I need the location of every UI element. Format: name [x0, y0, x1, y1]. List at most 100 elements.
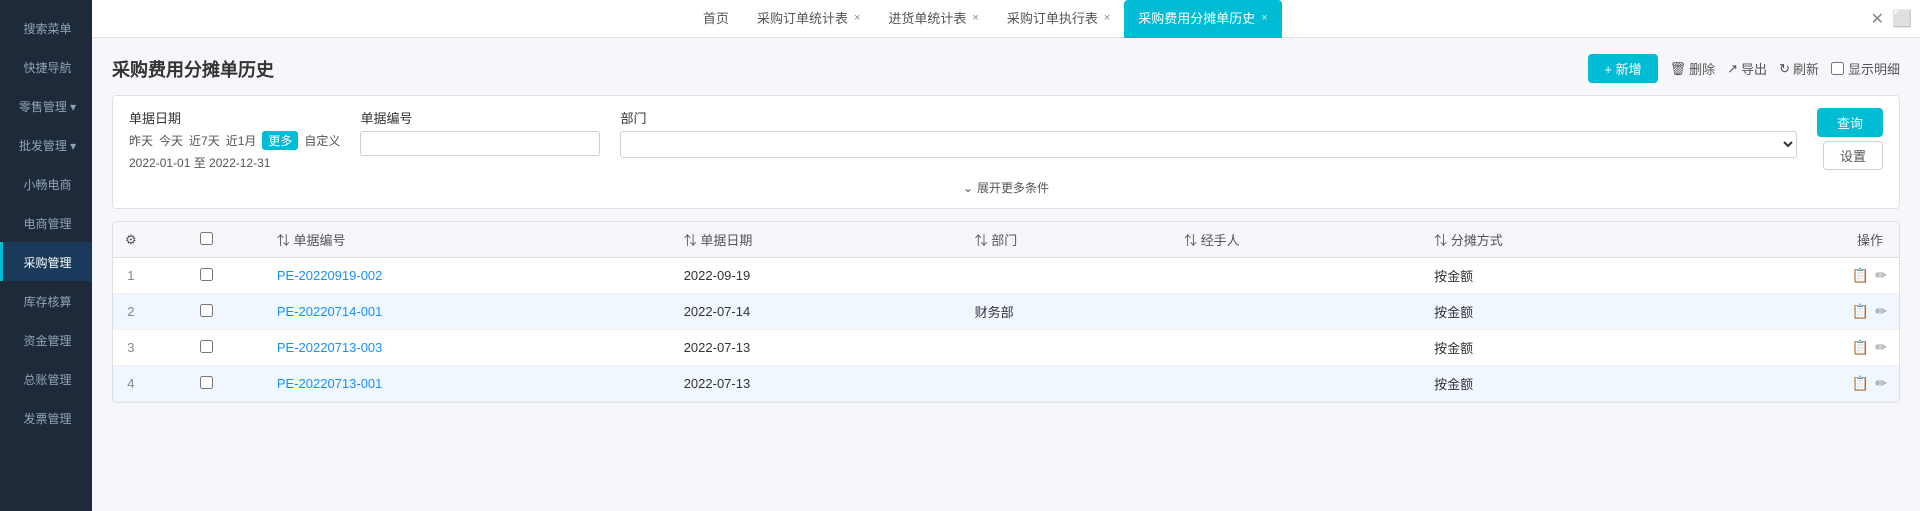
cell-rownum: 3	[113, 330, 149, 366]
tab-purchase-stats[interactable]: 采购订单统计表 ×	[743, 0, 874, 38]
date-shortcut-1[interactable]: 今天	[159, 132, 183, 149]
col-dept: ⇅ 部门	[963, 222, 1172, 258]
col-settings[interactable]: ⚙	[113, 222, 149, 258]
tab-close-inbound-stats[interactable]: ×	[972, 12, 978, 24]
tab-close-purchase-stats[interactable]: ×	[854, 12, 860, 24]
close-tab-icon[interactable]: ✕	[1871, 9, 1884, 29]
query-button[interactable]: 查询	[1817, 108, 1883, 137]
tab-label-inbound-stats: 进货单统计表	[888, 8, 966, 27]
date-shortcut-5[interactable]: 自定义	[304, 132, 340, 149]
docnum-link[interactable]: PE-20220919-002	[277, 268, 383, 283]
sidebar-label-search: 搜索菜单	[7, 20, 88, 37]
sidebar-item-wholesale[interactable]: 批发管理 ▾	[0, 125, 92, 164]
show-columns-toggle[interactable]: 显示明细	[1831, 59, 1900, 78]
date-shortcut-2[interactable]: 近7天	[189, 132, 220, 149]
cell-action: 📋 ✏	[1713, 258, 1899, 294]
edit-icon[interactable]: ✏	[1875, 375, 1887, 392]
tab-purchase-exec[interactable]: 采购订单执行表 ×	[993, 0, 1124, 38]
tab-cost-history[interactable]: 采购费用分摊单历史 ×	[1124, 0, 1281, 38]
date-shortcut-4[interactable]: 更多	[262, 131, 298, 150]
tab-label-purchase-exec: 采购订单执行表	[1007, 8, 1098, 27]
tab-close-cost-history[interactable]: ×	[1261, 12, 1267, 24]
cell-handler	[1172, 294, 1422, 330]
sidebar-label-invoice: 发票管理	[7, 410, 88, 427]
cell-check	[149, 294, 265, 330]
sidebar-item-ledger[interactable]: 总账管理	[0, 359, 92, 398]
view-icon[interactable]: 📋	[1852, 303, 1869, 320]
dept-select[interactable]	[620, 131, 1797, 158]
expand-icon: ⌄	[963, 181, 973, 195]
data-table: ⚙ ⇅ 单据编号 ⇅ 单据日期 ⇅ 部门 ⇅ 经手人 ⇅ 分摊方式 操作 1 P…	[113, 222, 1899, 402]
table-row: 4 PE-20220713-001 2022-07-13 按金额 📋 ✏	[113, 366, 1899, 402]
cell-docdate: 2022-07-14	[672, 294, 963, 330]
col-splitmethod: ⇅ 分摊方式	[1422, 222, 1713, 258]
maximize-icon[interactable]: ⬜	[1892, 9, 1912, 29]
sidebar-item-mini[interactable]: 小畅电商	[0, 164, 92, 203]
add-button[interactable]: + 新增	[1588, 54, 1657, 83]
cell-check	[149, 366, 265, 402]
sidebar-label-mini: 小畅电商	[7, 176, 88, 193]
sort-icon: ⇅	[277, 233, 290, 248]
date-shortcut-3[interactable]: 近1月	[226, 132, 257, 149]
row-checkbox[interactable]	[200, 304, 213, 317]
row-checkbox[interactable]	[200, 340, 213, 353]
delete-button[interactable]: 🗑 删除	[1670, 59, 1716, 78]
tab-label-purchase-stats: 采购订单统计表	[757, 8, 848, 27]
content-area: 采购费用分摊单历史 + 新增 🗑 删除 ↗ 导出 ↻ 刷新 显示明细	[92, 38, 1920, 511]
edit-icon[interactable]: ✏	[1875, 267, 1887, 284]
date-shortcut-0[interactable]: 昨天	[129, 132, 153, 149]
edit-icon[interactable]: ✏	[1875, 339, 1887, 356]
select-all-checkbox[interactable]	[200, 232, 213, 245]
sidebar-item-inventory[interactable]: 库存核算	[0, 281, 92, 320]
refresh-button[interactable]: ↻ 刷新	[1779, 59, 1819, 78]
docnum-input[interactable]	[360, 131, 600, 156]
cell-dept	[963, 366, 1172, 402]
sidebar-item-shortcut[interactable]: 快捷导航	[0, 47, 92, 86]
sidebar-label-wholesale: 批发管理 ▾	[7, 137, 88, 154]
cell-handler	[1172, 258, 1422, 294]
cell-rownum: 1	[113, 258, 149, 294]
tab-home[interactable]: 首页	[689, 0, 743, 38]
edit-icon[interactable]: ✏	[1875, 303, 1887, 320]
toolbar: + 新增 🗑 删除 ↗ 导出 ↻ 刷新 显示明细	[1588, 54, 1900, 83]
cell-docnum: PE-20220919-002	[265, 258, 672, 294]
docnum-link[interactable]: PE-20220714-001	[277, 304, 383, 319]
view-icon[interactable]: 📋	[1852, 267, 1869, 284]
sidebar-item-retail[interactable]: 零售管理 ▾	[0, 86, 92, 125]
date-shortcuts: 昨天今天近7天近1月更多自定义	[129, 131, 340, 150]
sidebar-item-invoice[interactable]: 发票管理	[0, 398, 92, 437]
date-filter-label: 单据日期	[129, 108, 340, 127]
row-checkbox[interactable]	[200, 268, 213, 281]
tab-inbound-stats[interactable]: 进货单统计表 ×	[874, 0, 992, 38]
table-body: 1 PE-20220919-002 2022-09-19 按金额 📋 ✏ 2 P…	[113, 258, 1899, 402]
col-action: 操作	[1713, 222, 1899, 258]
view-icon[interactable]: 📋	[1852, 375, 1869, 392]
export-button[interactable]: ↗ 导出	[1727, 59, 1767, 78]
show-columns-checkbox[interactable]	[1831, 62, 1844, 75]
row-checkbox[interactable]	[200, 376, 213, 389]
cell-action: 📋 ✏	[1713, 330, 1899, 366]
cell-action: 📋 ✏	[1713, 294, 1899, 330]
docnum-link[interactable]: PE-20220713-003	[277, 340, 383, 355]
expand-button[interactable]: ⌄ 展开更多条件	[963, 179, 1049, 196]
sidebar-label-ecommerce: 电商管理	[7, 215, 88, 232]
date-filter-group: 单据日期 昨天今天近7天近1月更多自定义 2022-01-01 至 2022-1…	[129, 108, 340, 171]
sidebar-label-purchase: 采购管理	[7, 254, 88, 271]
sidebar-label-shortcut: 快捷导航	[7, 59, 88, 76]
cell-handler	[1172, 330, 1422, 366]
dept-label: 部门	[620, 108, 1797, 127]
tab-label-cost-history: 采购费用分摊单历史	[1138, 8, 1255, 27]
settings-button[interactable]: 设置	[1823, 141, 1883, 170]
cell-dept: 财务部	[963, 294, 1172, 330]
cell-docnum: PE-20220713-003	[265, 330, 672, 366]
tab-close-purchase-exec[interactable]: ×	[1104, 12, 1110, 24]
sidebar-item-purchase[interactable]: 采购管理	[0, 242, 92, 281]
refresh-icon: ↻	[1779, 61, 1790, 77]
docnum-link[interactable]: PE-20220713-001	[277, 376, 383, 391]
view-icon[interactable]: 📋	[1852, 339, 1869, 356]
sidebar-item-finance[interactable]: 资金管理	[0, 320, 92, 359]
sidebar-item-ecommerce[interactable]: 电商管理	[0, 203, 92, 242]
docnum-filter-group: 单据编号	[360, 108, 600, 156]
data-table-wrapper: ⚙ ⇅ 单据编号 ⇅ 单据日期 ⇅ 部门 ⇅ 经手人 ⇅ 分摊方式 操作 1 P…	[112, 221, 1900, 403]
sidebar-item-search[interactable]: 搜索菜单	[0, 8, 92, 47]
